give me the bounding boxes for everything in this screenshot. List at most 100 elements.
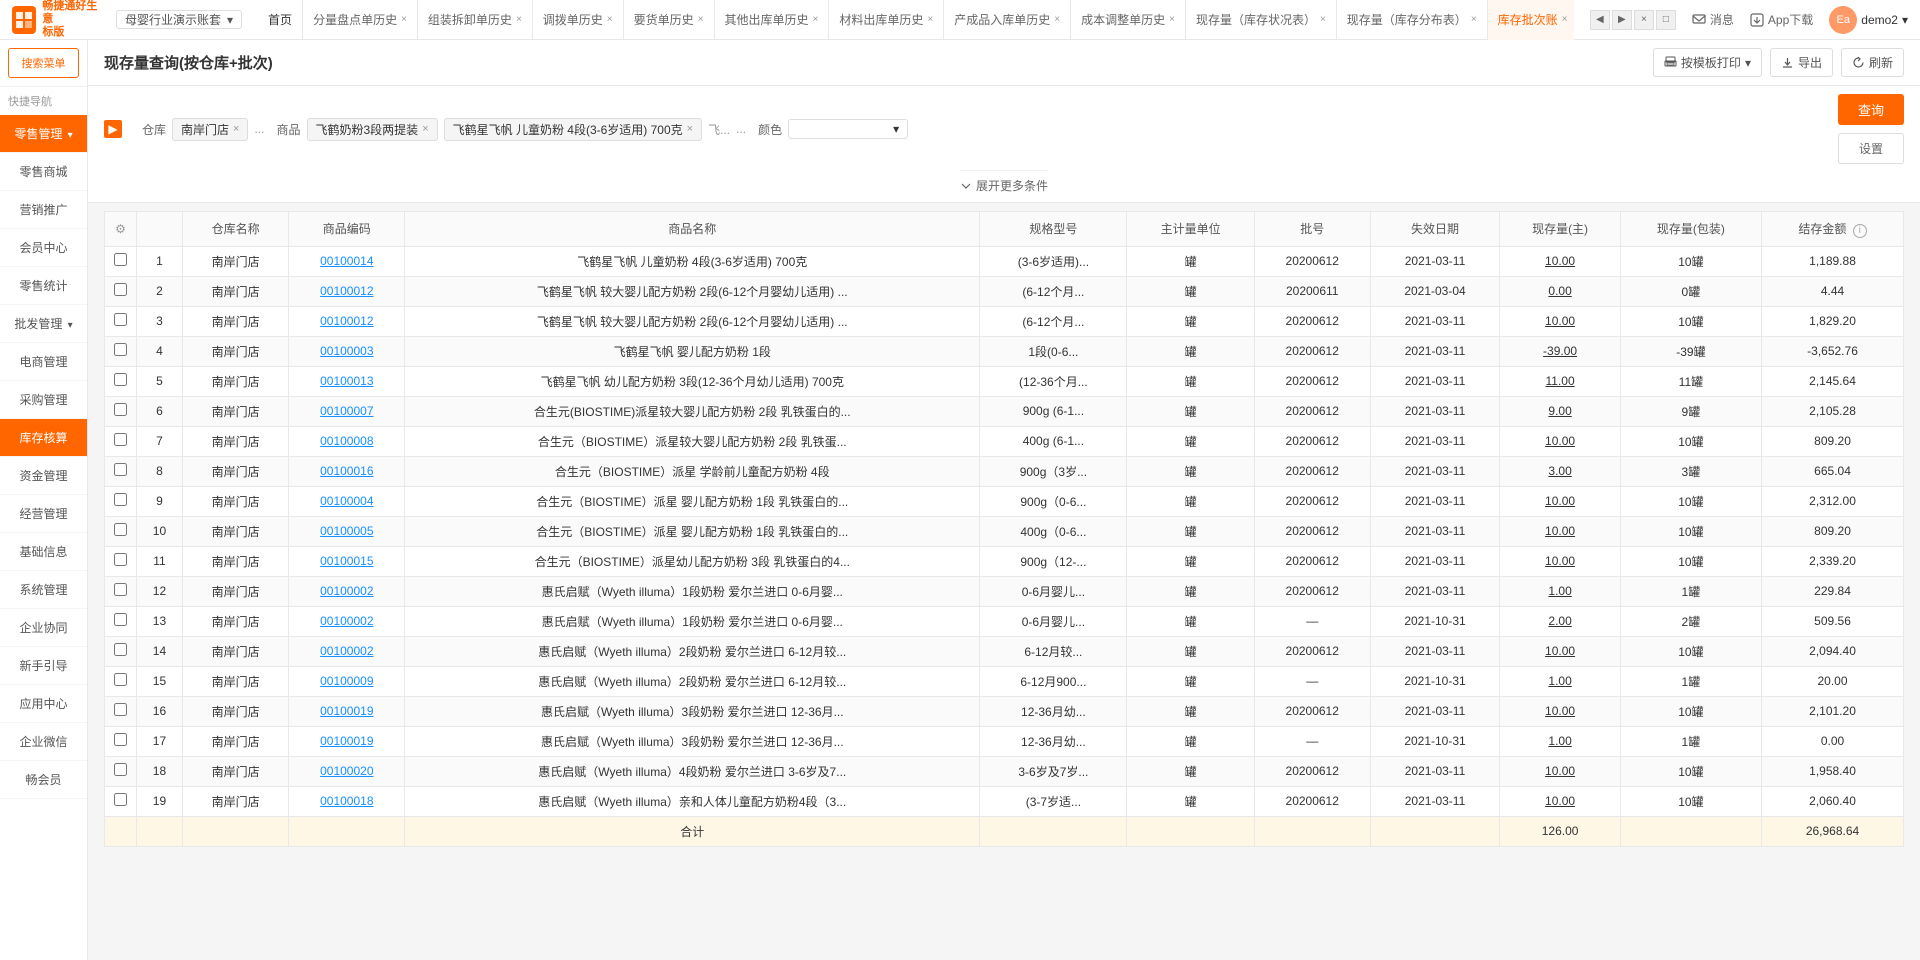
row-code-link[interactable]: 00100002	[320, 644, 373, 658]
query-btn[interactable]: 查询	[1838, 94, 1904, 125]
row-checkbox[interactable]	[114, 553, 127, 566]
row-code-link[interactable]: 00100012	[320, 314, 373, 328]
setting-btn[interactable]: 设置	[1838, 133, 1904, 164]
warehouse-remove-icon[interactable]: ×	[233, 123, 239, 135]
row-code-link[interactable]: 00100019	[320, 704, 373, 718]
row-stock-main[interactable]: 10.00	[1500, 486, 1620, 516]
tab-close-icon[interactable]: ×	[1320, 14, 1326, 25]
row-code-link[interactable]: 00100009	[320, 674, 373, 688]
tab-2[interactable]: 组装拆卸单历史 ×	[418, 0, 533, 40]
row-checkbox[interactable]	[114, 733, 127, 746]
sidebar-item-guide[interactable]: 新手引导	[0, 647, 87, 685]
row-checkbox[interactable]	[114, 763, 127, 776]
row-code-link[interactable]: 00100007	[320, 404, 373, 418]
sidebar-item-finance[interactable]: 资金管理	[0, 457, 87, 495]
row-stock-main[interactable]: 10.00	[1500, 426, 1620, 456]
app-download-btn[interactable]: App下载	[1750, 11, 1813, 28]
product-tag-1-remove[interactable]: ×	[422, 123, 428, 135]
expand-icon[interactable]: ▶	[104, 120, 122, 138]
sidebar-item-enterprise[interactable]: 企业协同	[0, 609, 87, 647]
row-checkbox[interactable]	[114, 493, 127, 506]
row-stock-main[interactable]: 10.00	[1500, 636, 1620, 666]
account-dropdown[interactable]: 母婴行业演示账套 ▾	[116, 10, 242, 29]
row-stock-main[interactable]: 1.00	[1500, 576, 1620, 606]
tab-close-icon[interactable]: ×	[607, 14, 613, 25]
export-btn[interactable]: 导出	[1770, 48, 1833, 77]
tab-7[interactable]: 产成品入库单历史 ×	[944, 0, 1071, 40]
sidebar-item-member[interactable]: 会员中心	[0, 229, 87, 267]
row-checkbox[interactable]	[114, 253, 127, 266]
tab-close-icon[interactable]: ×	[813, 14, 819, 25]
row-checkbox[interactable]	[114, 673, 127, 686]
tab-close-icon[interactable]: ×	[1562, 14, 1568, 25]
warehouse-more[interactable]: ...	[254, 122, 264, 136]
tab-4[interactable]: 要货单历史 ×	[624, 0, 715, 40]
row-code-link[interactable]: 00100015	[320, 554, 373, 568]
tab-close-icon[interactable]: ×	[698, 14, 704, 25]
row-checkbox[interactable]	[114, 313, 127, 326]
sidebar-item-retail[interactable]: 零售管理 ▾	[0, 115, 87, 153]
expand-more-btn[interactable]: 展开更多条件	[960, 170, 1048, 194]
next-tab-arrow[interactable]: ▶	[1612, 10, 1632, 30]
row-code-link[interactable]: 00100019	[320, 734, 373, 748]
sidebar-item-retail-shop[interactable]: 零售商城	[0, 153, 87, 191]
row-checkbox[interactable]	[114, 793, 127, 806]
tab-3[interactable]: 调拨单历史 ×	[533, 0, 624, 40]
sidebar-item-marketing[interactable]: 营销推广	[0, 191, 87, 229]
row-stock-main[interactable]: 0.00	[1500, 276, 1620, 306]
tab-8[interactable]: 成本调整单历史 ×	[1071, 0, 1186, 40]
row-stock-main[interactable]: 3.00	[1500, 456, 1620, 486]
color-select[interactable]: ▾	[788, 119, 908, 139]
print-btn[interactable]: 按模板打印 ▾	[1653, 48, 1762, 77]
warehouse-tag[interactable]: 南岸门店 ×	[172, 118, 248, 141]
tab-9[interactable]: 现存量（库存状况表） ×	[1186, 0, 1337, 40]
refresh-btn[interactable]: 刷新	[1841, 48, 1904, 77]
prev-tab-arrow[interactable]: ◀	[1590, 10, 1610, 30]
sidebar-item-operation[interactable]: 经营管理	[0, 495, 87, 533]
tab-close-icon[interactable]: ×	[1169, 14, 1175, 25]
row-code-link[interactable]: 00100002	[320, 584, 373, 598]
row-code-link[interactable]: 00100014	[320, 254, 373, 268]
row-stock-main[interactable]: 10.00	[1500, 756, 1620, 786]
row-code-link[interactable]: 00100003	[320, 344, 373, 358]
row-stock-main[interactable]: 10.00	[1500, 546, 1620, 576]
user-area[interactable]: Ea demo2 ▾	[1829, 6, 1908, 34]
tab-close-icon[interactable]: ×	[1471, 14, 1477, 25]
tab-5[interactable]: 其他出库单历史 ×	[715, 0, 830, 40]
row-code-link[interactable]: 00100020	[320, 764, 373, 778]
row-code-link[interactable]: 00100002	[320, 614, 373, 628]
tab-home[interactable]: 首页	[258, 0, 303, 40]
row-checkbox[interactable]	[114, 403, 127, 416]
row-checkbox[interactable]	[114, 613, 127, 626]
row-checkbox[interactable]	[114, 523, 127, 536]
row-code-link[interactable]: 00100013	[320, 374, 373, 388]
sidebar-item-wholesale[interactable]: 批发管理 ▾	[0, 305, 87, 343]
row-stock-main[interactable]: -39.00	[1500, 336, 1620, 366]
row-checkbox[interactable]	[114, 373, 127, 386]
tab-1[interactable]: 分量盘点单历史 ×	[303, 0, 418, 40]
tab-6[interactable]: 材料出库单历史 ×	[829, 0, 944, 40]
row-stock-main[interactable]: 10.00	[1500, 786, 1620, 816]
sidebar-item-purchase[interactable]: 采购管理	[0, 381, 87, 419]
tab-10[interactable]: 现存量（库存分布表） ×	[1337, 0, 1488, 40]
product-tag-2-remove[interactable]: ×	[687, 123, 693, 135]
close-tab-icon[interactable]: ×	[1634, 10, 1654, 30]
row-stock-main[interactable]: 1.00	[1500, 726, 1620, 756]
sidebar-item-inventory[interactable]: 库存核算	[0, 419, 87, 457]
sidebar-item-member2[interactable]: 畅会员	[0, 761, 87, 799]
sidebar-item-ecommerce[interactable]: 电商管理	[0, 343, 87, 381]
sidebar-item-wxwork[interactable]: 企业微信	[0, 723, 87, 761]
product-more[interactable]: 飞...	[708, 121, 730, 138]
row-checkbox[interactable]	[114, 283, 127, 296]
row-checkbox[interactable]	[114, 643, 127, 656]
sidebar-item-system[interactable]: 系统管理	[0, 571, 87, 609]
tab-close-icon[interactable]: ×	[401, 14, 407, 25]
row-stock-main[interactable]: 1.00	[1500, 666, 1620, 696]
product-ellipsis[interactable]: ...	[736, 122, 746, 136]
balance-info-icon[interactable]: i	[1853, 224, 1867, 238]
row-stock-main[interactable]: 10.00	[1500, 246, 1620, 276]
maximize-icon[interactable]: □	[1656, 10, 1676, 30]
tab-close-icon[interactable]: ×	[927, 14, 933, 25]
sidebar-item-apps[interactable]: 应用中心	[0, 685, 87, 723]
row-stock-main[interactable]: 2.00	[1500, 606, 1620, 636]
